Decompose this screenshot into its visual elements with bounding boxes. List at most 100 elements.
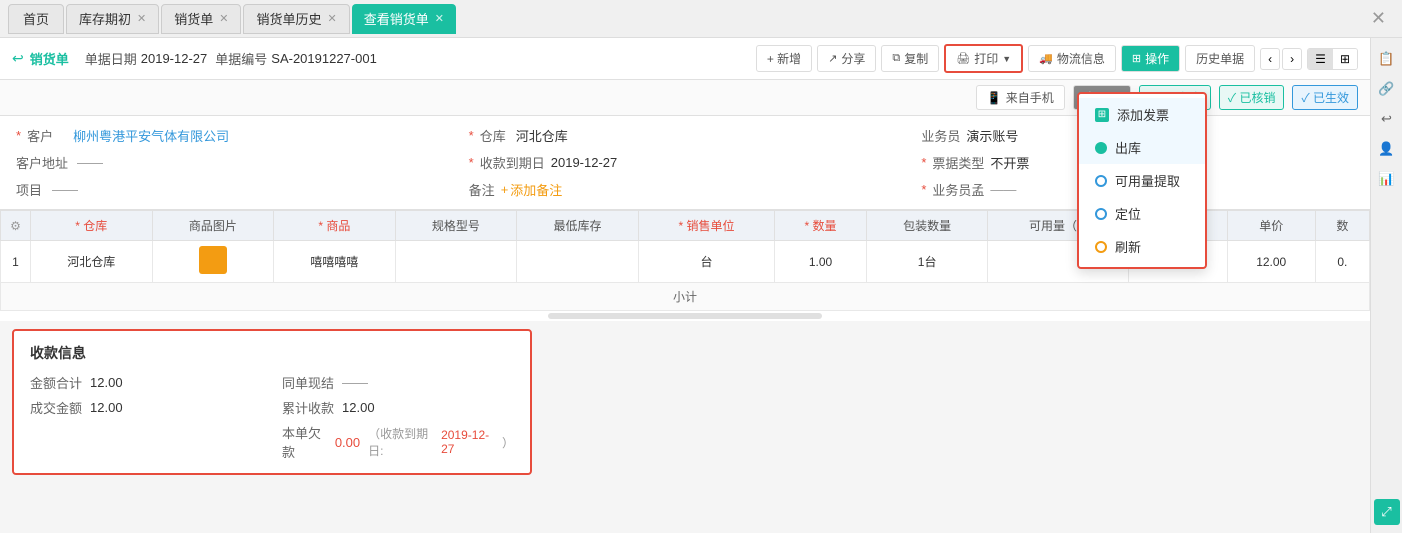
home-label: 首页 [23,9,49,28]
tab-sales-order[interactable]: 销货单 ✕ [161,4,241,34]
sidebar-icon-5[interactable]: 📊 [1374,166,1400,192]
add-invoice-icon: ⊞ [1095,108,1109,122]
address-value: —— [77,155,103,170]
notes-label: 备注 [469,180,495,199]
list-view-btn[interactable]: ☰ [1308,49,1333,69]
copy-icon: ⧉ [892,52,900,65]
menu-item-add-invoice[interactable]: ⊞ 添加发票 [1079,98,1205,131]
same-order-label: 同单现结 [282,373,334,392]
operations-button[interactable]: ⊞ 操作 [1121,45,1180,72]
view-sales-close[interactable]: ✕ [435,12,444,25]
scroll-bar[interactable] [548,313,822,319]
sidebar-icon-1[interactable]: 📋 [1374,46,1400,72]
menu-item-outbound[interactable]: 出库 [1079,131,1205,164]
from-mobile-label: 来自手机 [1006,89,1054,106]
col-package: 包装数量 [866,211,988,241]
warehouse-label: 仓库 [480,126,510,145]
available-label: 可用量提取 [1115,171,1180,190]
share-label: 分享 [841,50,865,67]
new-label: + 新增 [767,50,801,67]
col-warehouse: * 仓库 [31,211,153,241]
tab-inventory-init[interactable]: 库存期初 ✕ [66,4,159,34]
history-button[interactable]: 历史单据 [1185,45,1255,72]
row-price: 12.00 [1227,241,1315,283]
new-button[interactable]: + 新增 [756,45,812,72]
col-settings: ⚙ [1,211,31,241]
view-toggle: ☰ ⊞ [1307,48,1358,70]
doc-type-icon: ↩ 销货单 [12,49,69,68]
col-product-img: 商品图片 [152,211,274,241]
history-label: 历史单据 [1196,50,1244,67]
salesperson2-value: —— [990,182,1016,197]
copy-button[interactable]: ⧉ 复制 [881,45,939,72]
address-field: 客户地址 —— [16,153,449,172]
row-package: 1台 [866,241,988,283]
transaction-label: 成交金额 [30,398,82,417]
menu-item-locate[interactable]: 定位 [1079,197,1205,230]
sales-order-label: 销货单 [174,9,213,28]
mobile-icon: 📱 [987,91,1002,105]
locate-icon [1095,208,1107,220]
payment-date-field: * 收款到期日 2019-12-27 [469,153,902,172]
required-star5: * [921,182,926,197]
required-star3: * [469,155,474,170]
payment-info-box: 收款信息 金额合计 12.00 同单现结 —— 成交金额 12.00 累计收款 … [12,329,532,475]
row-amount: 0. [1315,241,1369,283]
sidebar-icon-2[interactable]: 🔗 [1374,76,1400,102]
refresh-icon [1095,241,1107,253]
print-chevron: ▼ [1002,54,1011,64]
address-label: 客户地址 [16,153,71,172]
add-note-btn[interactable]: + 添加备注 [501,180,563,199]
tab-home[interactable]: 首页 [8,4,64,34]
tab-bar: 首页 库存期初 ✕ 销货单 ✕ 销货单历史 ✕ 查看销货单 ✕ ✕ [0,0,1402,38]
prev-arrow[interactable]: ‹ [1260,48,1280,70]
inventory-init-label: 库存期初 [79,9,131,28]
tab-view-sales[interactable]: 查看销货单 ✕ [352,4,456,34]
print-button[interactable]: 🖨 打印 ▼ [944,44,1023,73]
window-close-button[interactable]: ✕ [1363,8,1394,29]
check-icon2: ✓ [1301,91,1313,105]
from-mobile-button[interactable]: 📱 来自手机 [976,85,1065,110]
next-arrow[interactable]: › [1282,48,1302,70]
warehouse-value: 河北仓库 [516,126,568,145]
project-value: —— [52,182,78,197]
cumulative-value: 12.00 [342,400,375,415]
inventory-init-close[interactable]: ✕ [137,12,146,25]
copy-label: 复制 [904,50,928,67]
expand-button[interactable]: ⤢ [1374,499,1400,525]
tab-sales-history[interactable]: 销货单历史 ✕ [243,4,349,34]
amount-value: 12.00 [90,375,123,390]
col-quantity: * 数量 [775,211,867,241]
logistics-button[interactable]: 🚚 物流信息 [1028,45,1116,72]
sidebar-icon-4[interactable]: 👤 [1374,136,1400,162]
number-value: SA-20191227-001 [271,51,377,66]
sidebar-icon-3[interactable]: ↩ [1374,106,1400,132]
operations-icon: ⊞ [1132,52,1141,65]
menu-item-refresh[interactable]: 刷新 [1079,230,1205,263]
ticket-type-value: 不开票 [990,153,1029,172]
col-min-stock: 最低库存 [517,211,639,241]
transaction-row: 成交金额 12.00 [30,398,262,417]
payment-title: 收款信息 [30,343,514,363]
sales-history-close[interactable]: ✕ [328,12,337,25]
sales-history-label: 销货单历史 [256,9,321,28]
sales-order-close[interactable]: ✕ [219,12,228,25]
view-sales-label: 查看销货单 [364,9,429,28]
current-due-empty [30,423,262,461]
ticket-type-label: 票据类型 [932,153,984,172]
payment-grid: 金额合计 12.00 同单现结 —— 成交金额 12.00 累计收款 12.00… [30,373,514,461]
grid-view-btn[interactable]: ⊞ [1333,49,1357,69]
menu-item-available[interactable]: 可用量提取 [1079,164,1205,197]
sales-icon: ↩ [12,50,24,67]
check-icon: ✓ [1228,91,1240,105]
share-button[interactable]: ↗ 分享 [817,45,876,72]
payment-date-value: 2019-12-27 [551,155,618,170]
row-product: 嘻嘻嘻嘻 [274,241,396,283]
notes-field: 备注 + 添加备注 [469,180,902,199]
row-product-img [152,241,274,283]
project-label: 项目 [16,180,46,199]
print-icon: 🖨 [956,52,970,65]
doc-type-label: 销货单 [30,49,69,68]
col-amount: 数 [1315,211,1369,241]
current-due-value: 0.00 [335,435,360,450]
